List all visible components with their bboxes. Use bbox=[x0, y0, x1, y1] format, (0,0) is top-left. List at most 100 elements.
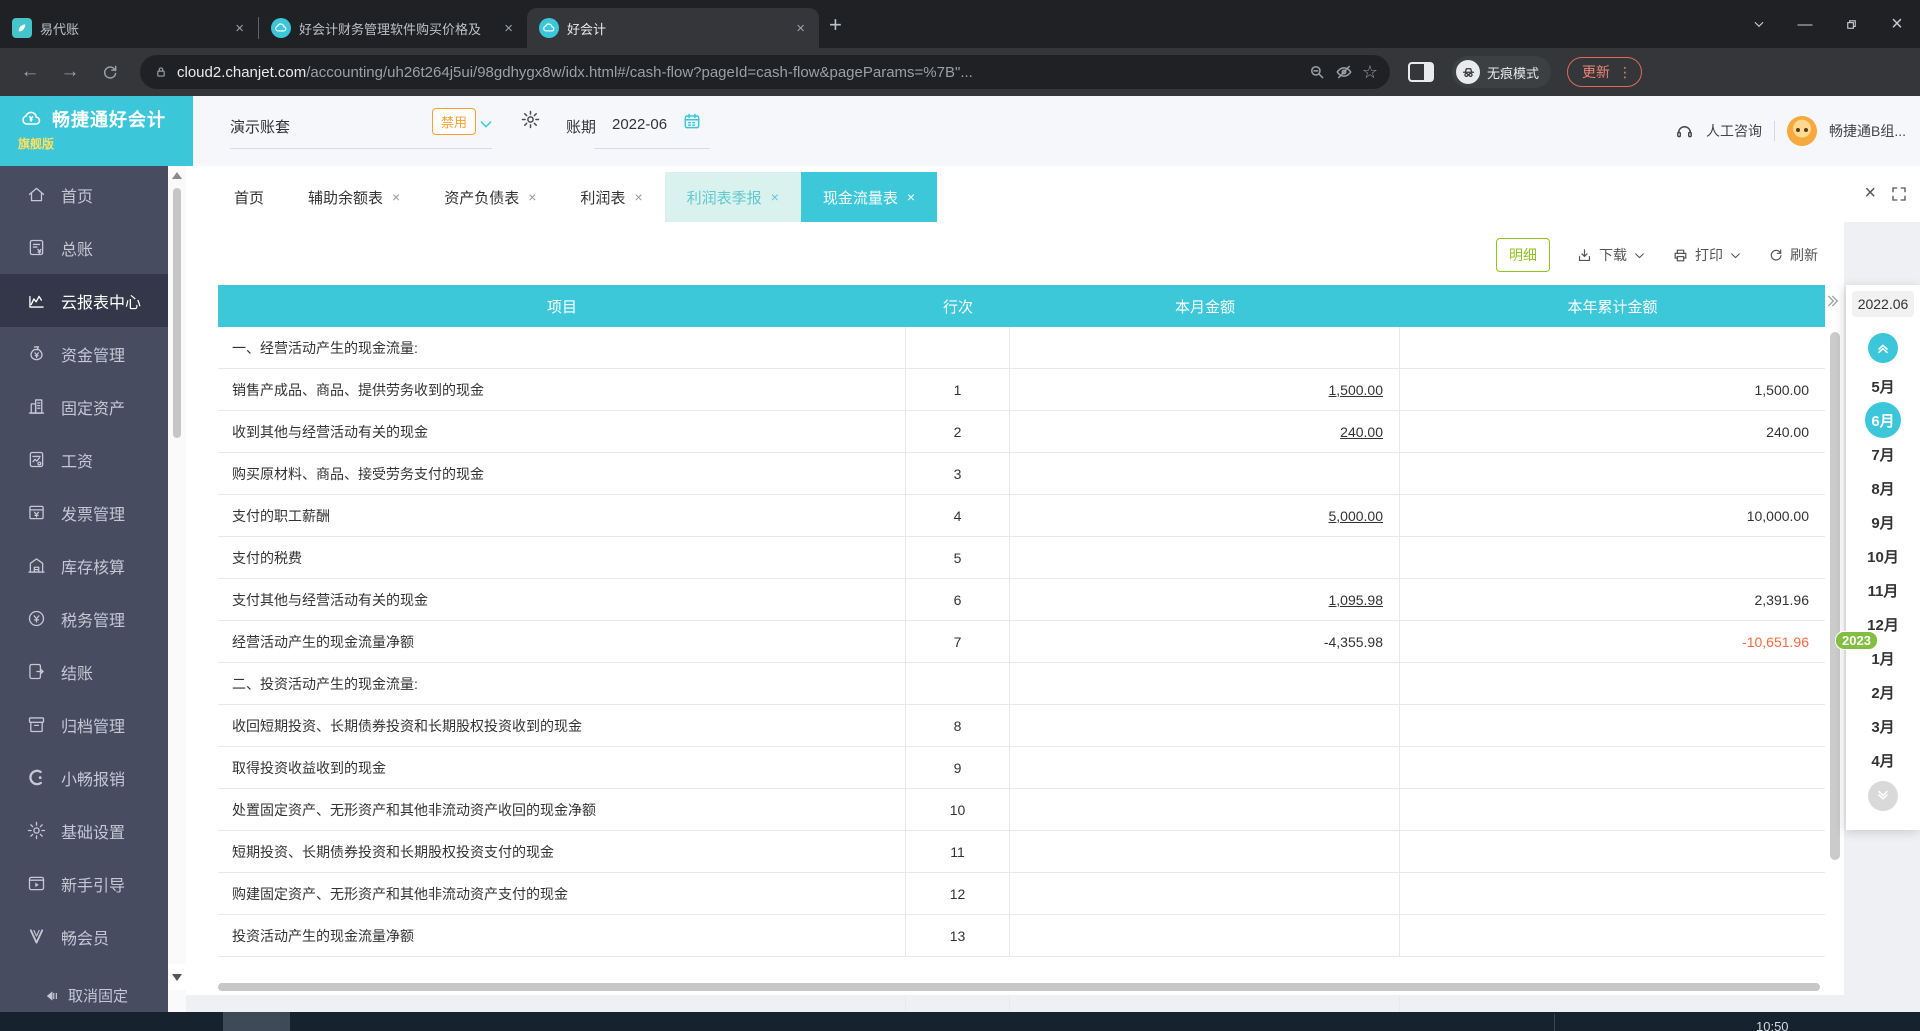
browser-tab[interactable]: 好会计财务管理软件购买价格及 × bbox=[259, 8, 527, 48]
tab-search-chevron-icon[interactable] bbox=[1736, 0, 1782, 48]
user-avatar[interactable] bbox=[1786, 116, 1817, 146]
report-tab[interactable]: 现金流量表 × bbox=[800, 172, 938, 222]
browser-tab[interactable]: 易代账 × bbox=[0, 8, 258, 48]
month-item[interactable]: 2023 1月 bbox=[1835, 631, 1913, 675]
scroll-up-icon[interactable] bbox=[172, 172, 182, 179]
sidebar-item-payroll[interactable]: 工资 bbox=[0, 433, 168, 486]
update-button[interactable]: 更新 ⋮ bbox=[1567, 57, 1643, 87]
tab-close-icon[interactable]: × bbox=[771, 189, 779, 205]
cell-item: 销售产成品、商品、提供劳务收到的现金 bbox=[218, 369, 906, 410]
month-item[interactable]: 3月 bbox=[1853, 709, 1913, 743]
chevron-down-icon[interactable] bbox=[478, 116, 494, 132]
tab-close-icon[interactable]: × bbox=[634, 189, 642, 205]
cell-item: 支付的税费 bbox=[218, 537, 906, 578]
sidebar-item-guide[interactable]: 新手引导 bbox=[0, 857, 168, 910]
report-tab-label: 利润表 bbox=[580, 189, 626, 207]
cell-line-number: 13 bbox=[906, 915, 1010, 956]
sidebar-item-label: 结账 bbox=[61, 665, 94, 683]
cell-line-number: 6 bbox=[906, 579, 1010, 620]
tab-close-icon[interactable]: × bbox=[907, 189, 915, 205]
sidebar-item-inventory[interactable]: 库存核算 bbox=[0, 539, 168, 592]
sidebar-item-settings[interactable]: 基础设置 bbox=[0, 804, 168, 857]
sidebar-item-member[interactable]: 畅会员 bbox=[0, 910, 168, 963]
maximize-icon[interactable] bbox=[1828, 0, 1874, 48]
report-tab[interactable]: 资产负债表 × bbox=[422, 172, 558, 222]
tab-close-icon[interactable]: × bbox=[392, 189, 400, 205]
report-tab[interactable]: 利润表季报 × bbox=[664, 172, 801, 222]
reload-icon[interactable] bbox=[92, 54, 128, 90]
report-tab[interactable]: 首页 bbox=[212, 172, 286, 222]
tab-close-icon[interactable]: × bbox=[528, 189, 536, 205]
collapse-panel-icon[interactable] bbox=[1824, 293, 1840, 309]
support-link[interactable]: 人工咨询 bbox=[1706, 121, 1762, 141]
zoom-out-icon[interactable] bbox=[1308, 63, 1326, 81]
cell-line-number bbox=[906, 327, 1010, 368]
table-vertical-scrollbar[interactable] bbox=[1830, 332, 1840, 860]
sidebar-scrollbar[interactable] bbox=[168, 166, 186, 1012]
report-tab[interactable]: 辅助余额表 × bbox=[286, 172, 422, 222]
month-amount-link[interactable]: 5,000.00 bbox=[1329, 508, 1384, 524]
month-item[interactable]: 4月 bbox=[1853, 743, 1913, 777]
eye-off-icon[interactable] bbox=[1335, 63, 1353, 81]
sidebar-item-funds[interactable]: 资金管理 bbox=[0, 327, 168, 380]
browser-menu-icon[interactable]: ⋮ bbox=[1618, 64, 1633, 81]
tab-close-icon[interactable]: × bbox=[792, 20, 809, 37]
refresh-button[interactable]: 刷新 bbox=[1768, 245, 1818, 265]
cell-line-number: 5 bbox=[906, 537, 1010, 578]
cell-month-amount bbox=[1010, 663, 1400, 704]
url-text[interactable]: cloud2.chanjet.com/accounting/uh26t264j5… bbox=[177, 64, 1299, 81]
month-item[interactable]: 8月 bbox=[1853, 471, 1913, 505]
forward-icon[interactable]: → bbox=[52, 54, 88, 90]
detail-button[interactable]: 明细 bbox=[1496, 238, 1550, 272]
calendar-icon[interactable] bbox=[682, 111, 702, 131]
new-tab-button[interactable]: + bbox=[819, 8, 852, 42]
period-value[interactable]: 2022-06 bbox=[612, 116, 667, 133]
tab-close-icon[interactable]: × bbox=[231, 20, 248, 37]
sidebar-item-ledger[interactable]: 总账 bbox=[0, 221, 168, 274]
sidebar-item-report[interactable]: 云报表中心 bbox=[0, 274, 168, 327]
sidebar-item-assets[interactable]: 固定资产 bbox=[0, 380, 168, 433]
horizontal-scrollbar[interactable] bbox=[218, 983, 1820, 991]
close-window-icon[interactable]: × bbox=[1874, 0, 1920, 48]
scrollbar-thumb[interactable] bbox=[173, 188, 181, 438]
account-set-name[interactable]: 演示账套 bbox=[230, 116, 290, 137]
month-amount-link[interactable]: 1,095.98 bbox=[1329, 592, 1384, 608]
url-bar[interactable]: cloud2.chanjet.com/accounting/uh26t264j5… bbox=[140, 55, 1390, 89]
month-item[interactable]: 2月 bbox=[1853, 675, 1913, 709]
user-name[interactable]: 畅捷通B组... bbox=[1829, 121, 1906, 141]
report-tab[interactable]: 利润表 × bbox=[558, 172, 664, 222]
fullscreen-icon[interactable] bbox=[1890, 185, 1908, 203]
sidebar-item-closing[interactable]: 结账 bbox=[0, 645, 168, 698]
scroll-down-icon[interactable] bbox=[168, 964, 186, 990]
print-button[interactable]: 打印 bbox=[1672, 245, 1742, 265]
sidebar-item-invoice[interactable]: 发票管理 bbox=[0, 486, 168, 539]
tab-close-icon[interactable]: × bbox=[500, 20, 517, 37]
browser-tab-active[interactable]: 好会计 × bbox=[527, 8, 819, 48]
month-item[interactable]: 7月 bbox=[1853, 437, 1913, 471]
month-amount-link[interactable]: 1,500.00 bbox=[1329, 382, 1384, 398]
month-amount-link[interactable]: 240.00 bbox=[1340, 424, 1383, 440]
month-item[interactable]: 5月 bbox=[1853, 369, 1913, 403]
back-icon[interactable]: ← bbox=[12, 54, 48, 90]
month-item[interactable]: 6月 bbox=[1853, 402, 1913, 438]
settings-gear-icon[interactable] bbox=[520, 109, 541, 130]
sidebar-item-home[interactable]: 首页 bbox=[0, 168, 168, 221]
months-scroll-up-icon[interactable] bbox=[1868, 333, 1898, 363]
side-panel-icon[interactable] bbox=[1408, 62, 1434, 82]
sidebar-item-expense[interactable]: 小畅报销 bbox=[0, 751, 168, 804]
months-scroll-down-icon[interactable] bbox=[1868, 781, 1898, 811]
closing-icon bbox=[26, 661, 47, 682]
minimize-icon[interactable]: — bbox=[1782, 0, 1828, 48]
download-button[interactable]: 下载 bbox=[1576, 245, 1646, 265]
bookmark-star-icon[interactable]: ☆ bbox=[1362, 62, 1378, 83]
month-item[interactable]: 11月 bbox=[1853, 573, 1913, 607]
taskbar-app-icon[interactable] bbox=[223, 1012, 290, 1031]
close-all-tabs-icon[interactable]: × bbox=[1864, 182, 1876, 205]
cell-line-number: 4 bbox=[906, 495, 1010, 536]
month-item[interactable]: 10月 bbox=[1853, 539, 1913, 573]
sidebar-item-tax[interactable]: 税务管理 bbox=[0, 592, 168, 645]
month-item[interactable]: 9月 bbox=[1853, 505, 1913, 539]
unpin-button[interactable]: 取消固定 bbox=[0, 985, 168, 1006]
cell-month-amount: 1,500.00 bbox=[1010, 369, 1400, 410]
sidebar-item-archive[interactable]: 归档管理 bbox=[0, 698, 168, 751]
